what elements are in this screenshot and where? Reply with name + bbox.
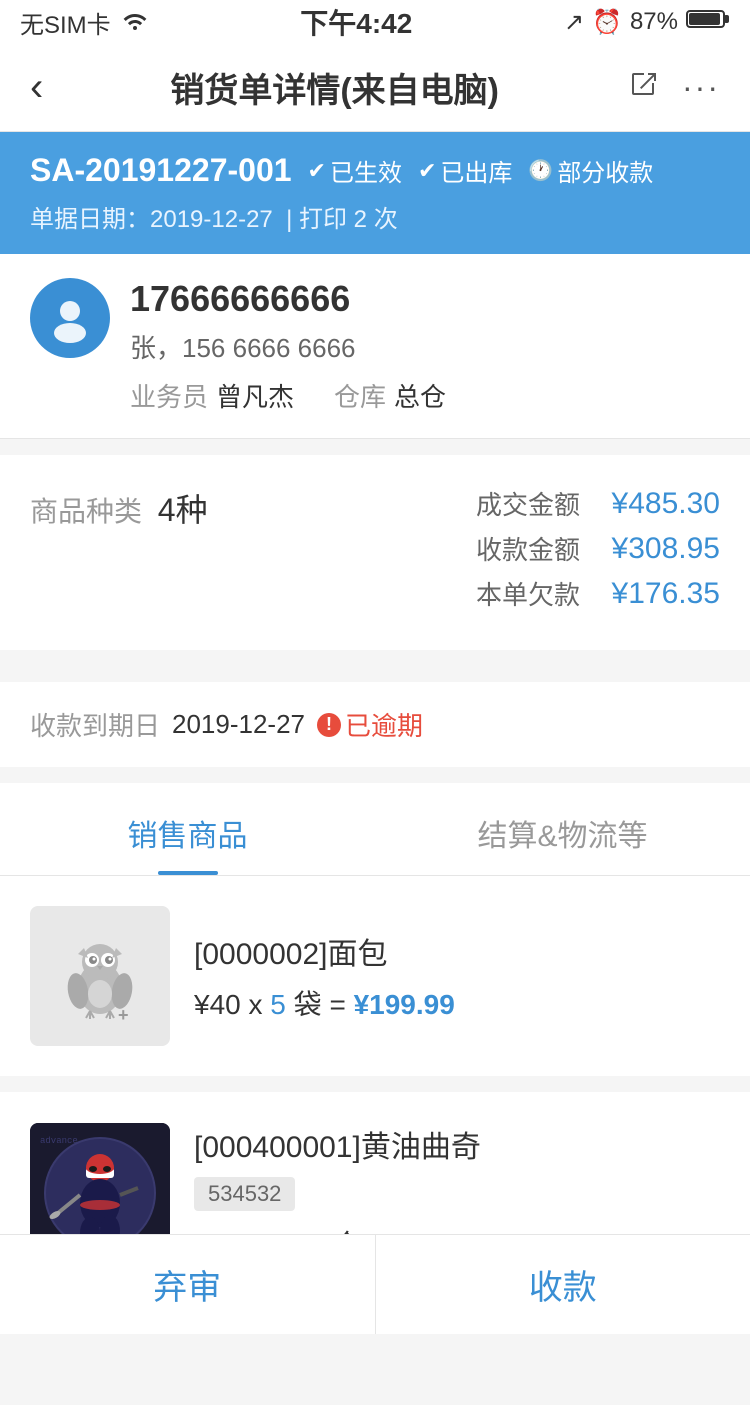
due-date-section: 收款到期日 2019-12-27 ! 已逾期 xyxy=(0,682,750,767)
product-name-1: [0000002]面包 xyxy=(194,929,720,973)
status-right: ↗ ⏰ 87% xyxy=(564,8,730,37)
agent-info: 业务员 曾凡杰 xyxy=(130,377,294,414)
page-title: 销货单详情(来自电脑) xyxy=(170,63,499,112)
product-type-count: 商品种类 4种 xyxy=(30,485,208,531)
back-button[interactable]: ‹ xyxy=(30,65,43,110)
status-left: 无SIM卡 xyxy=(20,5,149,40)
nav-bar: ‹ 销货单详情(来自电脑) ··· xyxy=(0,44,750,132)
amount-stats: 成交金额 ¥485.30 收款金额 ¥308.95 本单欠款 ¥176.35 xyxy=(476,485,720,620)
tab-settlement[interactable]: 结算&物流等 xyxy=(375,783,750,875)
order-date-info: 单据日期：2019-12-27 | 打印 2 次 xyxy=(30,199,720,234)
customer-name: 17666666666 xyxy=(130,278,720,320)
tab-sales-products[interactable]: 销售商品 xyxy=(0,783,375,875)
product-image-1: + xyxy=(30,906,170,1046)
battery-level: 87% xyxy=(630,8,678,36)
status-activated: ✔ 已生效 xyxy=(308,153,402,188)
tabs-section: 销售商品 结算&物流等 xyxy=(0,783,750,876)
cancel-audit-button[interactable]: 弃审 xyxy=(0,1235,376,1334)
order-header-banner: SA-20191227-001 ✔ 已生效 ✔ 已出库 🕐 部分收款 单据日期：… xyxy=(0,132,750,254)
status-shipped: ✔ 已出库 xyxy=(418,153,512,188)
customer-section: 17666666666 张，156 6666 6666 业务员 曾凡杰 仓库 总… xyxy=(0,254,750,438)
status-badges: ✔ 已生效 ✔ 已出库 🕐 部分收款 xyxy=(308,153,654,188)
received-amount-row: 收款金额 ¥308.95 xyxy=(476,530,720,567)
sim-status: 无SIM卡 xyxy=(20,5,111,40)
status-bar: 无SIM卡 下午4:42 ↗ ⏰ 87% xyxy=(0,0,750,44)
status-time: 下午4:42 xyxy=(300,2,412,42)
collect-payment-button[interactable]: 收款 xyxy=(376,1235,750,1334)
tab-underline xyxy=(158,871,218,875)
status-partial: 🕐 部分收款 xyxy=(528,153,653,188)
svg-text:+: + xyxy=(118,1005,129,1025)
nav-actions: ··· xyxy=(626,65,720,110)
avatar xyxy=(30,278,110,358)
wifi-icon xyxy=(121,8,149,37)
product-item-1: + [0000002]面包 ¥40 x 5 袋 = ¥199.99 xyxy=(0,876,750,1076)
overdue-icon: ! xyxy=(317,713,341,737)
order-id: SA-20191227-001 xyxy=(30,152,292,189)
overdue-badge: ! 已逾期 xyxy=(317,706,423,743)
alarm-icon: ⏰ xyxy=(592,8,622,37)
product-list: + [0000002]面包 ¥40 x 5 袋 = ¥199.99 xyxy=(0,876,750,1293)
battery-icon xyxy=(686,8,730,37)
location-icon: ↗ xyxy=(564,8,584,37)
product-name-2: [000400001]黄油曲奇 xyxy=(194,1122,720,1166)
warehouse-info: 仓库 总仓 xyxy=(334,377,446,414)
transaction-amount-row: 成交金额 ¥485.30 xyxy=(476,485,720,522)
tabs-row: 销售商品 结算&物流等 xyxy=(0,783,750,875)
customer-meta: 业务员 曾凡杰 仓库 总仓 xyxy=(130,377,720,414)
product-price-1: ¥40 x 5 袋 = ¥199.99 xyxy=(194,983,720,1023)
bottom-bar: 弃审 收款 xyxy=(0,1234,750,1334)
product-sku-2: 534532 xyxy=(194,1177,295,1211)
stats-section: 商品种类 4种 成交金额 ¥485.30 收款金额 ¥308.95 本单欠款 ¥… xyxy=(0,455,750,650)
share-icon[interactable] xyxy=(626,65,662,110)
more-icon[interactable]: ··· xyxy=(682,69,720,106)
customer-info: 17666666666 张，156 6666 6666 业务员 曾凡杰 仓库 总… xyxy=(130,278,720,414)
owed-amount-row: 本单欠款 ¥176.35 xyxy=(476,575,720,612)
product-info-1: [0000002]面包 ¥40 x 5 袋 = ¥199.99 xyxy=(194,929,720,1023)
customer-sub-info: 张，156 6666 6666 xyxy=(130,328,720,365)
svg-text:advance: advance xyxy=(40,1136,78,1146)
